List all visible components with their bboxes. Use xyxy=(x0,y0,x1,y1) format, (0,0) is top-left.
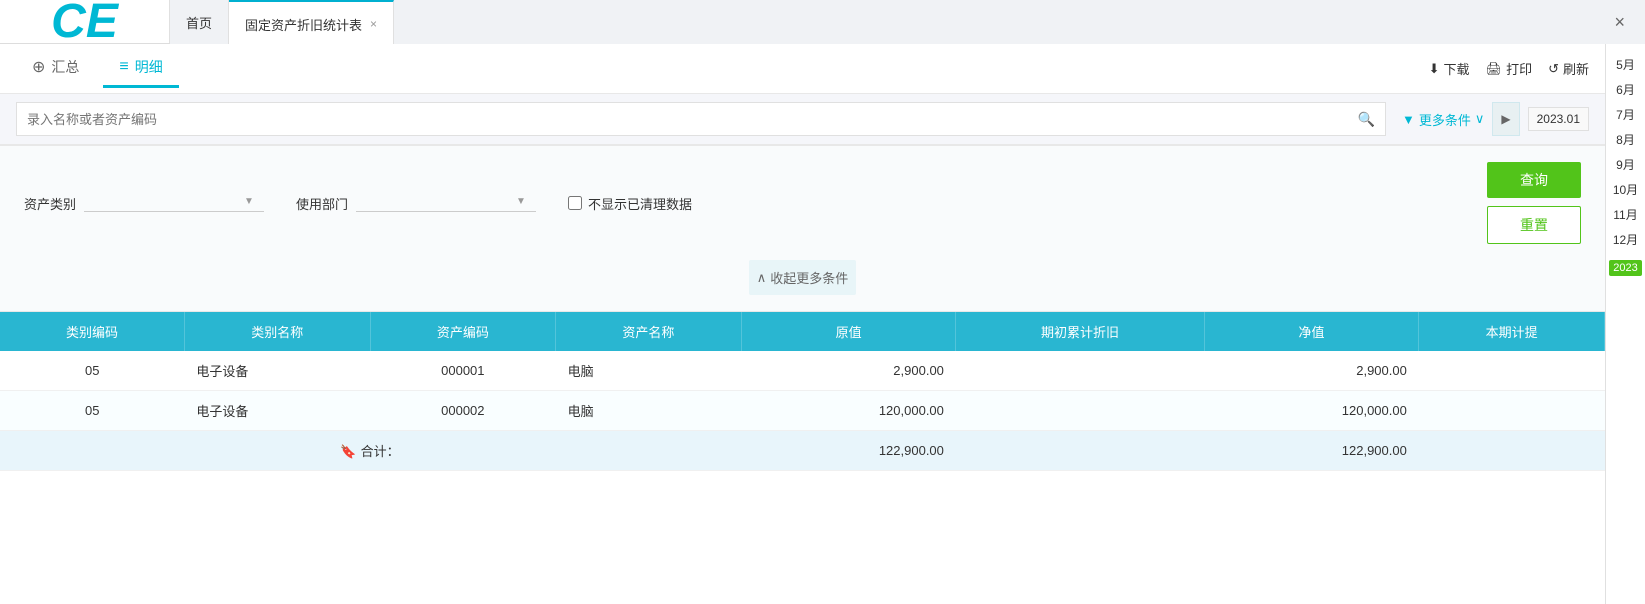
sidebar-expand-arrow[interactable]: ▶ xyxy=(1492,102,1519,136)
refresh-button[interactable]: ↺ 刷新 xyxy=(1548,59,1589,78)
cell-net-value: 120,000.00 xyxy=(1204,391,1419,431)
app-header: CE 首页 固定资产折旧统计表 × × xyxy=(0,0,1645,44)
total-original-value: 122,900.00 xyxy=(741,431,956,471)
col-category-name: 类别名称 xyxy=(184,312,370,351)
filter-panel: 资产类别 ▼ 使用部门 ▼ xyxy=(0,145,1605,312)
col-net-value: 净值 xyxy=(1204,312,1419,351)
app-layout: CE 首页 固定资产折旧统计表 × × ⊕ 汇总 xyxy=(0,0,1645,604)
download-button[interactable]: ⬇ 下载 xyxy=(1429,59,1470,78)
collapse-button[interactable]: ∧ 收起更多条件 xyxy=(749,260,857,295)
total-accumulated xyxy=(956,431,1204,471)
filter-more-button[interactable]: ▼ 更多条件 ∨ xyxy=(1402,110,1484,129)
department-input[interactable] xyxy=(356,194,516,209)
cell-accumulated-depreciation xyxy=(956,351,1204,391)
refresh-icon: ↺ xyxy=(1548,61,1559,77)
cell-original-value: 2,900.00 xyxy=(741,351,956,391)
filter-actions: 查询 重置 xyxy=(1487,162,1581,244)
asset-category-field: 资产类别 ▼ xyxy=(24,194,264,213)
table-header-row: 类别编码 类别名称 资产编码 资产名称 原值 期初累计折旧 净值 本期计提 xyxy=(0,312,1605,351)
sub-tab-left: ⊕ 汇总 ≡ 明细 xyxy=(16,49,179,88)
tab-detail[interactable]: ≡ 明细 xyxy=(103,49,178,88)
sidebar-month-item[interactable]: 6月 xyxy=(1611,77,1640,102)
department-field: 使用部门 ▼ xyxy=(296,194,536,213)
chevron-down-icon: ∨ xyxy=(1475,111,1485,127)
toolbar-actions: ⬇ 下载 🖨 打印 ↺ 刷新 xyxy=(1429,59,1589,78)
sidebar-month-item[interactable]: 9月 xyxy=(1611,152,1640,177)
search-input[interactable] xyxy=(27,112,1352,127)
detail-icon: ≡ xyxy=(119,58,128,76)
cell-asset-code: 000002 xyxy=(370,391,556,431)
tab-active[interactable]: 固定资产折旧统计表 × xyxy=(229,0,394,44)
col-category-code: 类别编码 xyxy=(0,312,184,351)
table-body: 05 电子设备 000001 电脑 2,900.00 2,900.00 05 电… xyxy=(0,351,1605,471)
cell-asset-name: 电脑 xyxy=(556,391,742,431)
right-sidebar: 5月6月7月8月9月10月11月12月 2023 xyxy=(1605,44,1645,604)
total-net-value: 122,900.00 xyxy=(1204,431,1419,471)
cell-current-period xyxy=(1419,391,1605,431)
cell-original-value: 120,000.00 xyxy=(741,391,956,431)
search-area: 🔍 ▼ 更多条件 ∨ ▶ 2023.01 xyxy=(0,94,1605,145)
total-current-period xyxy=(1419,431,1605,471)
app-logo: CE xyxy=(51,0,118,49)
print-icon: 🖨 xyxy=(1486,61,1503,77)
col-asset-code: 资产编码 xyxy=(370,312,556,351)
download-icon: ⬇ xyxy=(1429,61,1440,77)
col-accumulated-depreciation: 期初累计折旧 xyxy=(956,312,1204,351)
cell-accumulated-depreciation xyxy=(956,391,1204,431)
cell-category-code: 05 xyxy=(0,351,184,391)
col-asset-name: 资产名称 xyxy=(556,312,742,351)
cell-category-name: 电子设备 xyxy=(184,391,370,431)
month-list: 5月6月7月8月9月10月11月12月 xyxy=(1611,52,1640,252)
filter-icon: ▼ xyxy=(1402,112,1415,127)
total-label: 🔖合计： xyxy=(184,431,555,471)
tab-summary[interactable]: ⊕ 汇总 xyxy=(16,49,95,88)
asset-category-label: 资产类别 xyxy=(24,194,76,213)
total-row: 🔖合计： 122,900.00 122,900.00 xyxy=(0,431,1605,471)
cell-category-name: 电子设备 xyxy=(184,351,370,391)
content-container: ⊕ 汇总 ≡ 明细 ⬇ 下载 🖨 打印 xyxy=(0,44,1605,604)
current-date-display: 2023.01 xyxy=(1528,107,1589,131)
sidebar-month-item[interactable]: 10月 xyxy=(1611,177,1640,202)
department-arrow-icon: ▼ xyxy=(516,196,526,207)
tab-home[interactable]: 首页 xyxy=(170,0,229,44)
cell-category-code: 05 xyxy=(0,391,184,431)
sidebar-month-item[interactable]: 5月 xyxy=(1611,52,1640,77)
sub-tab-bar: ⊕ 汇总 ≡ 明细 ⬇ 下载 🖨 打印 xyxy=(0,44,1605,94)
col-current-period: 本期计提 xyxy=(1419,312,1605,351)
summary-icon: ⊕ xyxy=(32,57,45,77)
sidebar-month-item[interactable]: 7月 xyxy=(1611,102,1640,127)
year-badge: 2023 xyxy=(1609,260,1641,276)
logo-area: CE xyxy=(0,0,170,43)
sidebar-month-item[interactable]: 12月 xyxy=(1611,227,1640,252)
sidebar-month-item[interactable]: 11月 xyxy=(1611,202,1640,227)
department-label: 使用部门 xyxy=(296,194,348,213)
hide-cleared-checkbox-label[interactable]: 不显示已清理数据 xyxy=(568,194,692,213)
filter-row: 资产类别 ▼ 使用部门 ▼ xyxy=(24,162,1581,244)
collapse-icon: ∧ xyxy=(757,270,767,286)
cell-asset-name: 电脑 xyxy=(556,351,742,391)
app-body: ⊕ 汇总 ≡ 明细 ⬇ 下载 🖨 打印 xyxy=(0,44,1645,604)
query-button[interactable]: 查询 xyxy=(1487,162,1581,198)
table-container: 类别编码 类别名称 资产编码 资产名称 原值 期初累计折旧 净值 本期计提 05… xyxy=(0,312,1605,604)
tab-close-icon[interactable]: × xyxy=(370,17,377,31)
sidebar-month-item[interactable]: 8月 xyxy=(1611,127,1640,152)
cell-asset-code: 000001 xyxy=(370,351,556,391)
col-original-value: 原值 xyxy=(741,312,956,351)
table-row: 05 电子设备 000001 电脑 2,900.00 2,900.00 xyxy=(0,351,1605,391)
window-close-button[interactable]: × xyxy=(1614,13,1625,31)
cell-current-period xyxy=(1419,351,1605,391)
table-row: 05 电子设备 000002 电脑 120,000.00 120,000.00 xyxy=(0,391,1605,431)
cell-net-value: 2,900.00 xyxy=(1204,351,1419,391)
tab-bar: 首页 固定资产折旧统计表 × × xyxy=(170,0,1645,44)
asset-category-input[interactable] xyxy=(84,194,244,209)
search-icon: 🔍 xyxy=(1358,111,1375,128)
print-button[interactable]: 🖨 打印 xyxy=(1486,59,1533,78)
reset-button[interactable]: 重置 xyxy=(1487,206,1581,244)
hide-cleared-checkbox[interactable] xyxy=(568,196,582,210)
asset-category-arrow-icon: ▼ xyxy=(244,196,254,207)
search-input-box: 🔍 xyxy=(16,102,1386,136)
data-table: 类别编码 类别名称 资产编码 资产名称 原值 期初累计折旧 净值 本期计提 05… xyxy=(0,312,1605,471)
